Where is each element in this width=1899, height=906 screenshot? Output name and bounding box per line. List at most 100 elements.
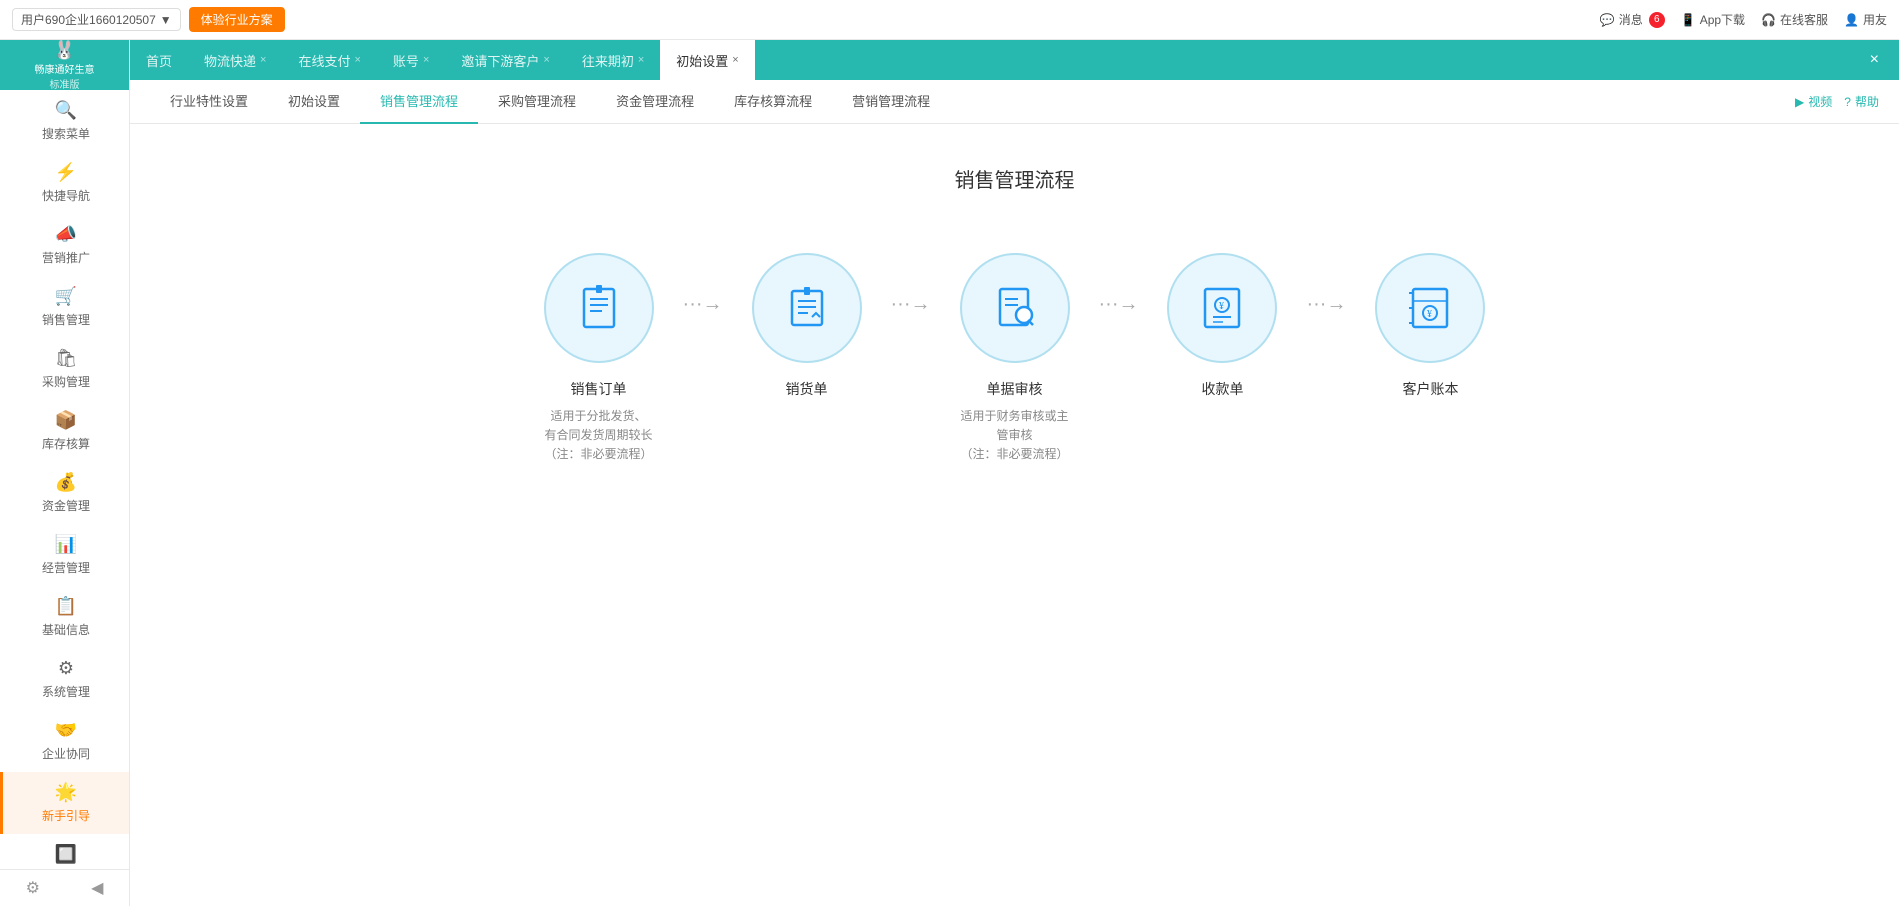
nav-tab-1[interactable]: 物流快递 ×	[188, 40, 282, 80]
sub-tab-3[interactable]: 采购管理流程	[478, 80, 596, 124]
user-selector[interactable]: 用户690企业1660120507 ▼	[12, 8, 181, 31]
user-label: 用户690企业1660120507	[21, 11, 156, 28]
help-link[interactable]: ? 帮助	[1844, 93, 1879, 110]
sidebar-icon: 📋	[55, 596, 77, 617]
sub-tab-2[interactable]: 销售管理流程	[360, 80, 478, 124]
app-download-item[interactable]: 📱 App下载	[1681, 11, 1745, 28]
sidebar-label: 销售管理	[42, 311, 90, 328]
svg-text:¥: ¥	[1219, 301, 1224, 312]
nav-tab-close-icon[interactable]: ×	[423, 54, 429, 66]
sidebar-icon: 🛒	[55, 286, 77, 307]
sub-tab-label: 初始设置	[288, 91, 340, 110]
flow-arrow-2: ···→	[1095, 253, 1143, 316]
arrow-icon: ···→	[1099, 293, 1139, 316]
content-area: 行业特性设置初始设置销售管理流程采购管理流程资金管理流程库存核算流程营销管理流程…	[130, 80, 1899, 906]
flow-diagram: 销售订单 适用于分批发货、有合同发货周期较长（注：非必要流程） ···→ 销货单…	[150, 253, 1879, 465]
sidebar-item-基础信息[interactable]: 📋 基础信息	[0, 586, 129, 648]
video-link[interactable]: ▶ 视频	[1795, 93, 1832, 110]
sub-tab-1[interactable]: 初始设置	[268, 80, 360, 124]
sidebar-item-销售管理[interactable]: 🛒 销售管理	[0, 276, 129, 338]
arrow-icon: ···→	[1306, 293, 1346, 316]
sidebar-item-搜索菜单[interactable]: 🔍搜索菜单	[0, 90, 129, 152]
sidebar: 🐰 畅康通好生意 标准版 🔍搜索菜单⚡快捷导航📣营销推广 🛒 销售管理 🛍 采购管理 📦库…	[0, 40, 130, 906]
nav-tab-3[interactable]: 账号 ×	[377, 40, 445, 80]
flow-step-0[interactable]: 销售订单 适用于分批发货、有合同发货周期较长（注：非必要流程）	[519, 253, 679, 465]
sidebar-icon: 📣	[55, 224, 77, 245]
play-icon: ▶	[1795, 95, 1804, 109]
sub-tab-0[interactable]: 行业特性设置	[150, 80, 268, 124]
flow-title: 销售管理流程	[150, 164, 1879, 193]
sidebar-label: 基础信息	[42, 621, 90, 638]
flow-step-name-1: 销货单	[786, 379, 828, 399]
logo-text: 畅康通好生意	[35, 61, 95, 76]
service-label: 在线客服	[1780, 11, 1828, 28]
user-right-label: 用友	[1863, 11, 1887, 28]
sidebar-label: 经营管理	[42, 559, 90, 576]
nav-close-all-button[interactable]: ×	[1870, 51, 1879, 69]
experience-button[interactable]: 体验行业方案	[189, 7, 285, 32]
nav-tab-close-icon[interactable]: ×	[732, 54, 738, 66]
sub-tab-5[interactable]: 库存核算流程	[714, 80, 832, 124]
logo: 🐰 畅康通好生意 标准版	[0, 40, 129, 90]
sidebar-label: 库存核算	[42, 435, 90, 452]
nav-tab-0[interactable]: 首页	[130, 40, 188, 80]
sub-tab-6[interactable]: 营销管理流程	[832, 80, 950, 124]
sidebar-label: 企业协同	[42, 745, 90, 762]
message-badge: 6	[1649, 12, 1665, 28]
sidebar-item-企业协同[interactable]: 🤝 企业协同	[0, 710, 129, 772]
sidebar-icon: ⚙	[58, 658, 74, 679]
flow-step-1[interactable]: 销货单	[727, 253, 887, 407]
user-account-item[interactable]: 👤 用友	[1844, 11, 1887, 28]
flow-arrow-1: ···→	[887, 253, 935, 316]
sidebar-item-应用中心[interactable]: 🔲应用中心	[0, 834, 129, 869]
nav-tab-close-icon[interactable]: ×	[543, 54, 549, 66]
sidebar-item-系统管理[interactable]: ⚙系统管理	[0, 648, 129, 710]
flow-arrow-3: ···→	[1302, 253, 1350, 316]
nav-tab-2[interactable]: 在线支付 ×	[282, 40, 376, 80]
sidebar-label: 搜索菜单	[42, 125, 90, 142]
nav-tab-4[interactable]: 邀请下游客户 ×	[445, 40, 565, 80]
logo-icon: 🐰	[53, 40, 75, 61]
nav-tab-close-icon[interactable]: ×	[638, 54, 644, 66]
settings-icon[interactable]: ⚙	[26, 878, 40, 898]
flow-step-2[interactable]: 单据审核 适用于财务审核或主管审核（注：非必要流程）	[935, 253, 1095, 465]
sidebar-icon: 📊	[55, 534, 77, 555]
message-label: 消息	[1619, 11, 1643, 28]
flow-step-4[interactable]: ¥ 客户账本	[1350, 253, 1510, 407]
message-item[interactable]: 💬 消息 6	[1600, 11, 1665, 28]
flow-step-3[interactable]: ¥ 收款单	[1142, 253, 1302, 407]
sidebar-item-库存核算[interactable]: 📦库存核算	[0, 400, 129, 462]
sidebar-item-新手引导[interactable]: 🌟新手引导	[0, 772, 129, 834]
sidebar-label: 采购管理	[42, 373, 90, 390]
flow-step-circle-2	[960, 253, 1070, 363]
nav-tab-label: 往来期初	[582, 51, 634, 70]
sidebar-item-资金管理[interactable]: 💰资金管理	[0, 462, 129, 524]
flow-step-name-3: 收款单	[1201, 379, 1243, 399]
nav-tab-label: 物流快递	[204, 51, 256, 70]
sidebar-icon: 🤝	[55, 720, 77, 741]
nav-tab-label: 账号	[393, 51, 419, 70]
sidebar-item-经营管理[interactable]: 📊 经营管理	[0, 524, 129, 586]
sidebar-icon: ⚡	[55, 162, 77, 183]
sub-tab-4[interactable]: 资金管理流程	[596, 80, 714, 124]
nav-tab-close-icon[interactable]: ×	[354, 54, 360, 66]
sub-tabs: 行业特性设置 初始设置 销售管理流程 采购管理流程 资金管理流程 库存核算流程营销管理流程…	[130, 80, 1899, 124]
sidebar-icon: 🌟	[55, 782, 77, 803]
message-icon: 💬	[1600, 13, 1615, 27]
arrow-icon: ···→	[891, 293, 931, 316]
sidebar-item-营销推广[interactable]: 📣营销推广	[0, 214, 129, 276]
collapse-icon[interactable]: ◀	[91, 878, 103, 898]
sidebar-item-快捷导航[interactable]: ⚡快捷导航	[0, 152, 129, 214]
app-icon: 📱	[1681, 13, 1696, 27]
sub-tab-label: 销售管理流程	[380, 91, 458, 110]
nav-tab-6[interactable]: 初始设置 ×	[660, 40, 754, 80]
sidebar-label: 资金管理	[42, 497, 90, 514]
nav-tab-close-icon[interactable]: ×	[260, 54, 266, 66]
nav-tab-5[interactable]: 往来期初 ×	[566, 40, 660, 80]
top-bar-right: 💬 消息 6 📱 App下载 🎧 在线客服 👤 用友	[1600, 11, 1887, 28]
sidebar-item-采购管理[interactable]: 🛍 采购管理	[0, 338, 129, 400]
sub-tab-label: 资金管理流程	[616, 91, 694, 110]
flow-content: 销售管理流程 销售订单 适用于分批发货、有合同发货周期较长（注：非必要流程） ·…	[130, 124, 1899, 906]
sidebar-icon: 🛍	[55, 348, 78, 369]
service-item[interactable]: 🎧 在线客服	[1761, 11, 1828, 28]
